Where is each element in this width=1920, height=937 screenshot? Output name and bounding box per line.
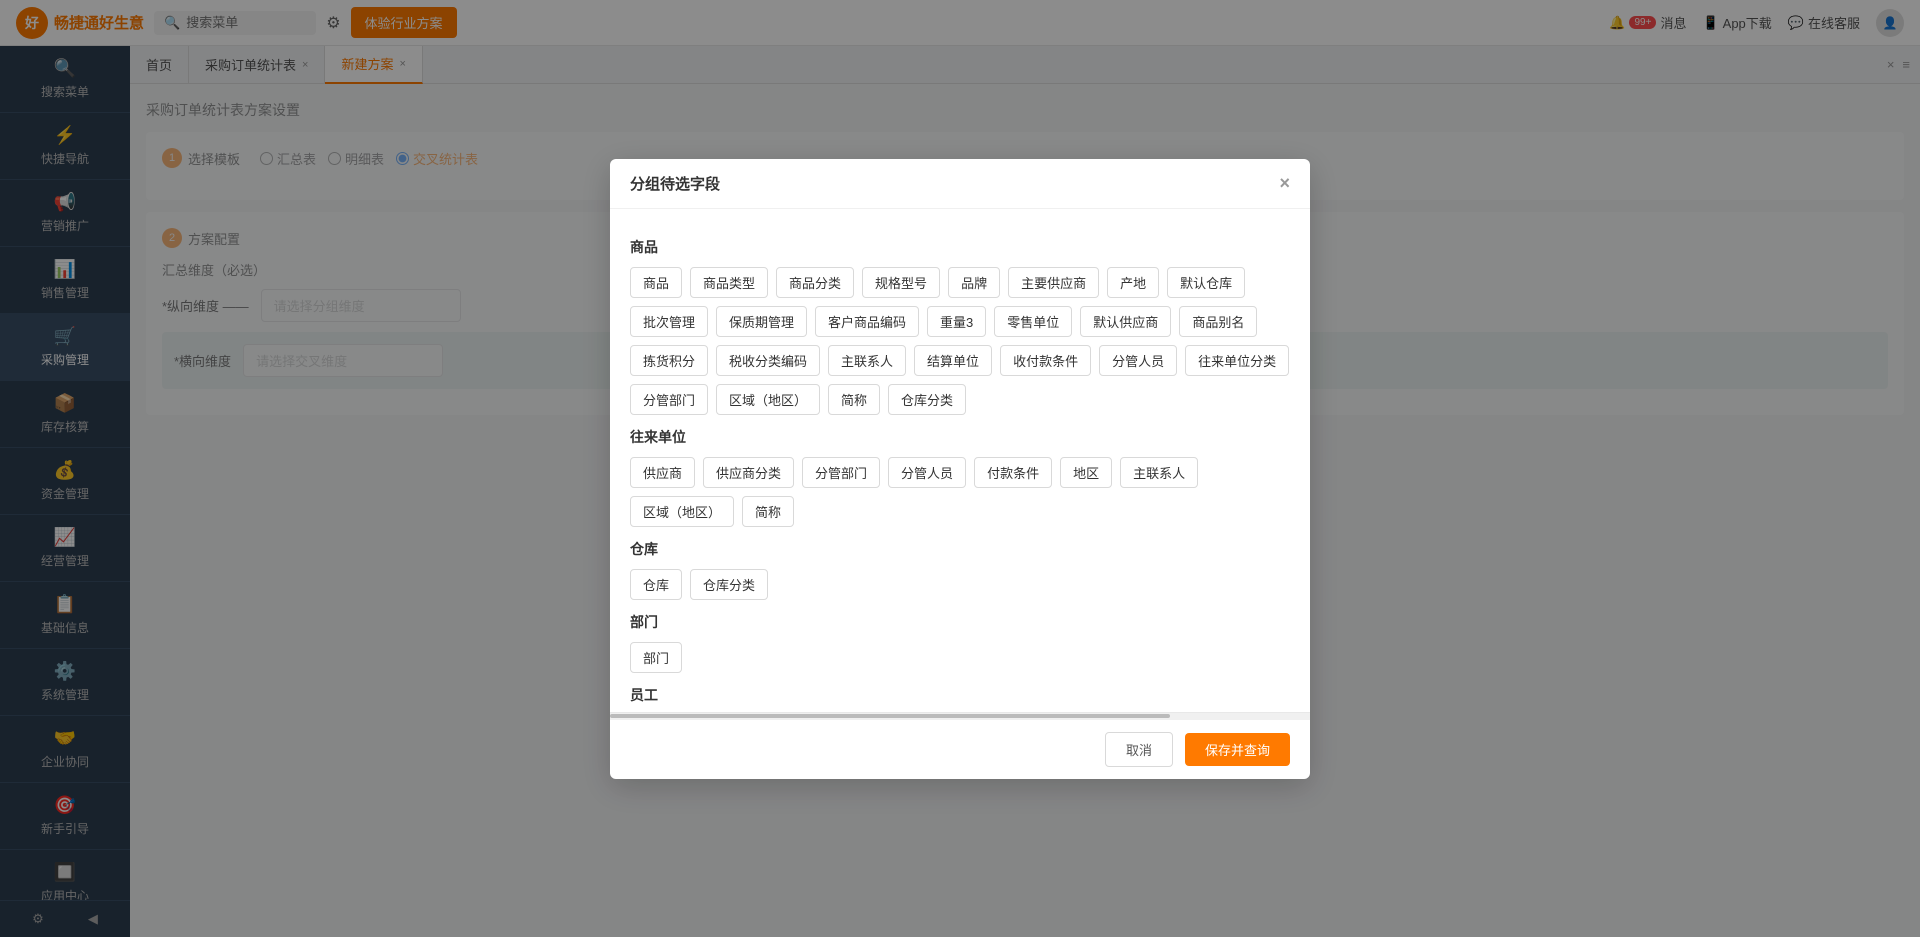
field-tag-retail-unit[interactable]: 零售单位 [994, 306, 1072, 337]
dialog-footer: 取消 保存并查询 [610, 719, 1310, 779]
field-tag-expiry-mgmt[interactable]: 保质期管理 [716, 306, 807, 337]
dialog-cancel-button[interactable]: 取消 [1105, 732, 1173, 767]
field-tag-spec-model[interactable]: 规格型号 [862, 267, 940, 298]
field-tag-customer-code[interactable]: 客户商品编码 [815, 306, 919, 337]
field-tag-payment-cond[interactable]: 付款条件 [974, 457, 1052, 488]
modal-overlay: 分组待选字段 × 商品 商品 商品类型 商品分类 规格型号 品牌 主要供应商 产… [0, 0, 1920, 937]
field-tag-warehouse-category[interactable]: 仓库分类 [690, 569, 768, 600]
field-tag-short-name-partner[interactable]: 简称 [742, 496, 794, 527]
field-tag-weight3[interactable]: 重量3 [927, 306, 986, 337]
dialog-save-button[interactable]: 保存并查询 [1185, 733, 1290, 766]
field-tag-settlement-unit[interactable]: 结算单位 [914, 345, 992, 376]
field-tag-default-warehouse[interactable]: 默认仓库 [1167, 267, 1245, 298]
field-tag-goods-alias[interactable]: 商品别名 [1179, 306, 1257, 337]
field-tag-goods[interactable]: 商品 [630, 267, 682, 298]
field-tag-warehouse[interactable]: 仓库 [630, 569, 682, 600]
field-tag-short-name-goods[interactable]: 简称 [828, 384, 880, 415]
dialog-title: 分组待选字段 [630, 173, 720, 194]
field-tag-region-goods[interactable]: 区域（地区） [716, 384, 820, 415]
field-select-dialog: 分组待选字段 × 商品 商品 商品类型 商品分类 规格型号 品牌 主要供应商 产… [610, 159, 1310, 779]
field-tag-main-contact[interactable]: 主联系人 [828, 345, 906, 376]
section-warehouse-fields: 仓库 仓库分类 [630, 569, 1290, 600]
field-tag-person-partner[interactable]: 分管人员 [888, 457, 966, 488]
section-dept-fields: 部门 [630, 642, 1290, 673]
field-tag-batch-mgmt[interactable]: 批次管理 [630, 306, 708, 337]
dialog-hscroll-thumb [610, 714, 1170, 717]
field-tag-dept[interactable]: 部门 [630, 642, 682, 673]
section-partner-title: 往来单位 [630, 427, 1290, 447]
field-tag-default-supplier[interactable]: 默认供应商 [1080, 306, 1171, 337]
field-tag-goods-type[interactable]: 商品类型 [690, 267, 768, 298]
section-partner-fields: 供应商 供应商分类 分管部门 分管人员 付款条件 地区 主联系人 区域（地区） … [630, 457, 1290, 527]
field-tag-supplier[interactable]: 供应商 [630, 457, 695, 488]
field-tag-main-contact-partner[interactable]: 主联系人 [1120, 457, 1198, 488]
field-tag-managing-dept[interactable]: 分管部门 [630, 384, 708, 415]
section-employee-title: 员工 [630, 685, 1290, 705]
section-goods-title: 商品 [630, 237, 1290, 257]
section-goods-fields: 商品 商品类型 商品分类 规格型号 品牌 主要供应商 产地 默认仓库 批次管理 … [630, 267, 1290, 415]
field-tag-goods-category[interactable]: 商品分类 [776, 267, 854, 298]
dialog-body: 商品 商品 商品类型 商品分类 规格型号 品牌 主要供应商 产地 默认仓库 批次… [610, 209, 1310, 713]
field-tag-warehouse-cat[interactable]: 仓库分类 [888, 384, 966, 415]
field-tag-region-partner[interactable]: 区域（地区） [630, 496, 734, 527]
section-warehouse-title: 仓库 [630, 539, 1290, 559]
field-tag-supplier-category[interactable]: 供应商分类 [703, 457, 794, 488]
dialog-close-button[interactable]: × [1279, 174, 1290, 192]
field-tag-origin[interactable]: 产地 [1107, 267, 1159, 298]
section-dept-title: 部门 [630, 612, 1290, 632]
field-tag-main-supplier[interactable]: 主要供应商 [1008, 267, 1099, 298]
dialog-horizontal-scrollbar[interactable] [610, 712, 1310, 718]
field-tag-pick-points[interactable]: 拣货积分 [630, 345, 708, 376]
field-tag-area[interactable]: 地区 [1060, 457, 1112, 488]
field-tag-payment-terms[interactable]: 收付款条件 [1000, 345, 1091, 376]
field-tag-partner-category[interactable]: 往来单位分类 [1185, 345, 1289, 376]
field-tag-responsible-person[interactable]: 分管人员 [1099, 345, 1177, 376]
field-tag-brand[interactable]: 品牌 [948, 267, 1000, 298]
field-tag-dept-partner[interactable]: 分管部门 [802, 457, 880, 488]
dialog-header: 分组待选字段 × [610, 159, 1310, 209]
field-tag-tax-code[interactable]: 税收分类编码 [716, 345, 820, 376]
